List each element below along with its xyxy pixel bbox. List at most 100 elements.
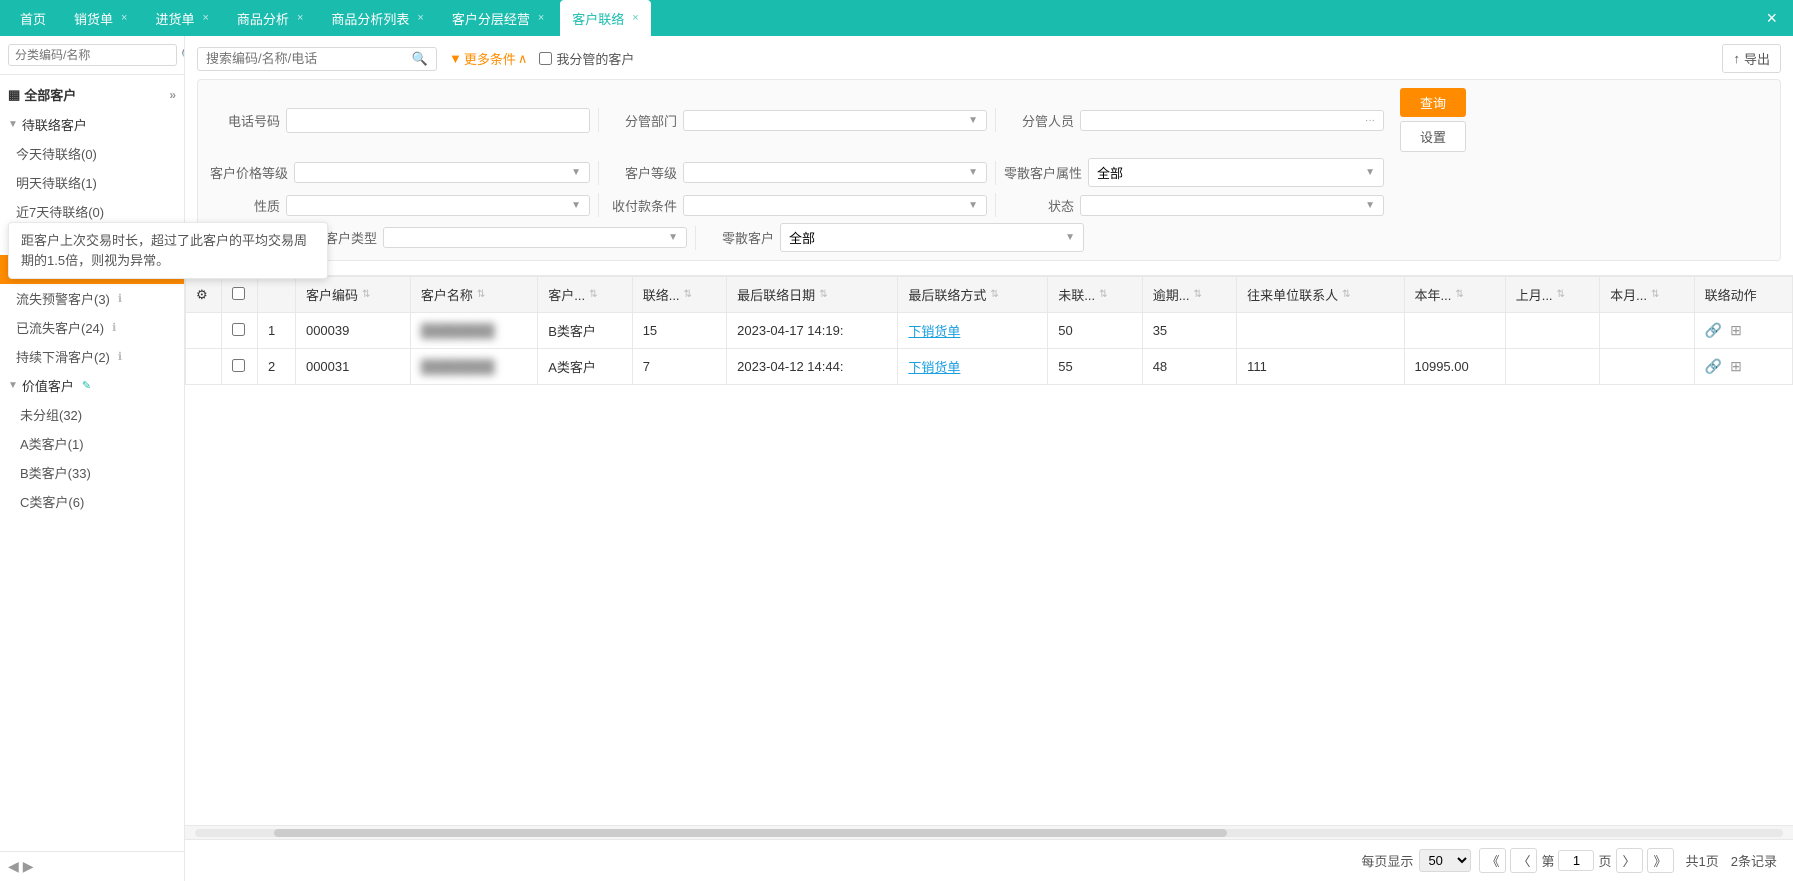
- tab-customer-contact-close[interactable]: ×: [632, 12, 638, 24]
- col-contact[interactable]: 联络... ⇅: [632, 277, 726, 313]
- col-last-method[interactable]: 最后联络方式 ⇅: [898, 277, 1048, 313]
- sidebar-item-tomorrow[interactable]: 明天待联络(1): [0, 168, 184, 197]
- row1-method-link[interactable]: 下销货单: [908, 324, 960, 339]
- status-select[interactable]: ▼: [1080, 195, 1384, 216]
- query-button[interactable]: 查询: [1400, 88, 1466, 117]
- row2-link-icon[interactable]: 🔗: [1705, 358, 1722, 375]
- edit-group-icon[interactable]: ✎: [82, 379, 91, 392]
- sidebar-item-a-class[interactable]: A类客户(1): [0, 429, 184, 458]
- sidebar-nav-left[interactable]: ◀: [8, 858, 19, 875]
- sidebar-all-customers[interactable]: ▦ 全部客户 »: [0, 79, 184, 110]
- col-last-method-sort[interactable]: ⇅: [990, 289, 998, 300]
- col-this-month-sort[interactable]: ⇅: [1651, 289, 1659, 300]
- retail-select[interactable]: 全部 ▼: [780, 223, 1084, 252]
- col-last-date[interactable]: 最后联络日期 ⇅: [727, 277, 898, 313]
- tab-home[interactable]: 首页: [8, 0, 58, 36]
- my-customers-checkbox[interactable]: [539, 52, 552, 65]
- col-this-year-sort[interactable]: ⇅: [1455, 289, 1463, 300]
- row2-select[interactable]: [232, 359, 245, 372]
- col-this-year[interactable]: 本年... ⇅: [1404, 277, 1505, 313]
- table-area[interactable]: ⚙ 客户编码 ⇅: [185, 276, 1793, 825]
- col-last-date-sort[interactable]: ⇅: [819, 289, 827, 300]
- sidebar-group-value[interactable]: ▼ 价值客户 ✎: [0, 371, 184, 400]
- col-checkbox[interactable]: [222, 277, 258, 313]
- tab-purchase[interactable]: 进货单 ×: [143, 0, 220, 36]
- my-customers-checkbox-area[interactable]: 我分管的客户: [539, 49, 634, 68]
- col-unread-sort[interactable]: ⇅: [1099, 289, 1107, 300]
- tab-purchase-close[interactable]: ×: [202, 12, 208, 24]
- col-unread[interactable]: 未联... ⇅: [1048, 277, 1142, 313]
- col-category-sort[interactable]: ⇅: [589, 289, 597, 300]
- row1-select[interactable]: [232, 323, 245, 336]
- col-code-sort[interactable]: ⇅: [362, 289, 370, 300]
- prev-page-button[interactable]: 〈: [1510, 848, 1537, 873]
- sidebar-item-b-class[interactable]: B类客户(33): [0, 458, 184, 487]
- row2-checkbox[interactable]: [222, 349, 258, 385]
- next-page-button[interactable]: 〉: [1616, 848, 1643, 873]
- search-input[interactable]: [206, 51, 408, 66]
- manager-select[interactable]: ···: [1080, 110, 1384, 131]
- row2-grid-icon[interactable]: ⊞: [1730, 358, 1742, 375]
- price-grade-field: 客户价格等级 ▼: [210, 162, 590, 183]
- horizontal-scrollbar[interactable]: [185, 825, 1793, 839]
- gender-select[interactable]: ▼: [286, 195, 590, 216]
- row2-last-method[interactable]: 下销货单: [898, 349, 1048, 385]
- scrollbar-thumb[interactable]: [274, 829, 1227, 837]
- tab-sales[interactable]: 销货单 ×: [62, 0, 139, 36]
- row1-last-method[interactable]: 下销货单: [898, 313, 1048, 349]
- col-code[interactable]: 客户编码 ⇅: [295, 277, 410, 313]
- settings-button[interactable]: 设置: [1400, 121, 1466, 152]
- tab-customer-tier-close[interactable]: ×: [538, 12, 544, 24]
- window-close-button[interactable]: ×: [1758, 4, 1785, 33]
- page-number-input[interactable]: [1558, 850, 1594, 871]
- sidebar-search-input[interactable]: [8, 44, 177, 66]
- row1-link-icon[interactable]: 🔗: [1705, 322, 1722, 339]
- col-category[interactable]: 客户... ⇅: [538, 277, 632, 313]
- retail-attr-select[interactable]: 全部 ▼: [1088, 158, 1384, 187]
- col-contact-sort[interactable]: ⇅: [684, 289, 692, 300]
- export-button[interactable]: ↑ 导出: [1722, 44, 1781, 73]
- tab-product-analysis-close[interactable]: ×: [297, 12, 303, 24]
- col-this-month[interactable]: 本月... ⇅: [1600, 277, 1694, 313]
- col-last-month-sort[interactable]: ⇅: [1557, 289, 1565, 300]
- col-last-month[interactable]: 上月... ⇅: [1505, 277, 1599, 313]
- sidebar-nav-right[interactable]: ▶: [23, 858, 34, 875]
- col-overdue-sort[interactable]: ⇅: [1194, 289, 1202, 300]
- tab-product-list-close[interactable]: ×: [417, 12, 423, 24]
- customer-type-select[interactable]: ▼: [383, 227, 687, 248]
- sidebar-item-today[interactable]: 今天待联络(0): [0, 139, 184, 168]
- sidebar-item-ungroup[interactable]: 未分组(32): [0, 400, 184, 429]
- more-conditions-button[interactable]: ▼ 更多条件 ∧: [449, 49, 527, 68]
- row1-checkbox[interactable]: [222, 313, 258, 349]
- collapse-icon[interactable]: »: [169, 88, 176, 102]
- select-all-checkbox[interactable]: [232, 287, 245, 300]
- sidebar-item-loss-warning[interactable]: 流失预警客户(3) ℹ: [0, 284, 184, 313]
- sidebar-item-lost[interactable]: 已流失客户(24) ℹ: [0, 313, 184, 342]
- first-page-button[interactable]: 《: [1479, 848, 1506, 873]
- per-page-select[interactable]: 50 20 100: [1419, 849, 1471, 872]
- payment-select[interactable]: ▼: [683, 195, 987, 216]
- tab-product-list[interactable]: 商品分析列表 ×: [319, 0, 435, 36]
- tab-customer-tier[interactable]: 客户分层经营 ×: [440, 0, 556, 36]
- tab-customer-contact[interactable]: 客户联络 ×: [560, 0, 650, 36]
- col-settings[interactable]: ⚙: [186, 277, 222, 313]
- col-name-sort[interactable]: ⇅: [477, 289, 485, 300]
- last-page-button[interactable]: 》: [1647, 848, 1674, 873]
- col-overdue[interactable]: 逾期... ⇅: [1142, 277, 1236, 313]
- row1-grid-icon[interactable]: ⊞: [1730, 322, 1742, 339]
- col-name[interactable]: 客户名称 ⇅: [410, 277, 537, 313]
- customer-grade-select[interactable]: ▼: [683, 162, 987, 183]
- search-icon[interactable]: 🔍: [412, 51, 428, 67]
- sidebar-group-pending[interactable]: ▼ 待联络客户: [0, 110, 184, 139]
- tab-product-analysis[interactable]: 商品分析 ×: [225, 0, 315, 36]
- sidebar-item-declining[interactable]: 持续下滑客户(2) ℹ: [0, 342, 184, 371]
- phone-input[interactable]: [286, 108, 590, 133]
- tab-sales-close[interactable]: ×: [121, 12, 127, 24]
- dept-select[interactable]: ▼: [683, 110, 987, 131]
- settings-icon[interactable]: ⚙: [196, 287, 208, 302]
- col-company-contacts[interactable]: 往来单位联系人 ⇅: [1237, 277, 1404, 313]
- sidebar-item-c-class[interactable]: C类客户(6): [0, 487, 184, 516]
- price-grade-select[interactable]: ▼: [294, 162, 590, 183]
- col-company-contacts-sort[interactable]: ⇅: [1342, 289, 1350, 300]
- row2-method-link[interactable]: 下销货单: [908, 360, 960, 375]
